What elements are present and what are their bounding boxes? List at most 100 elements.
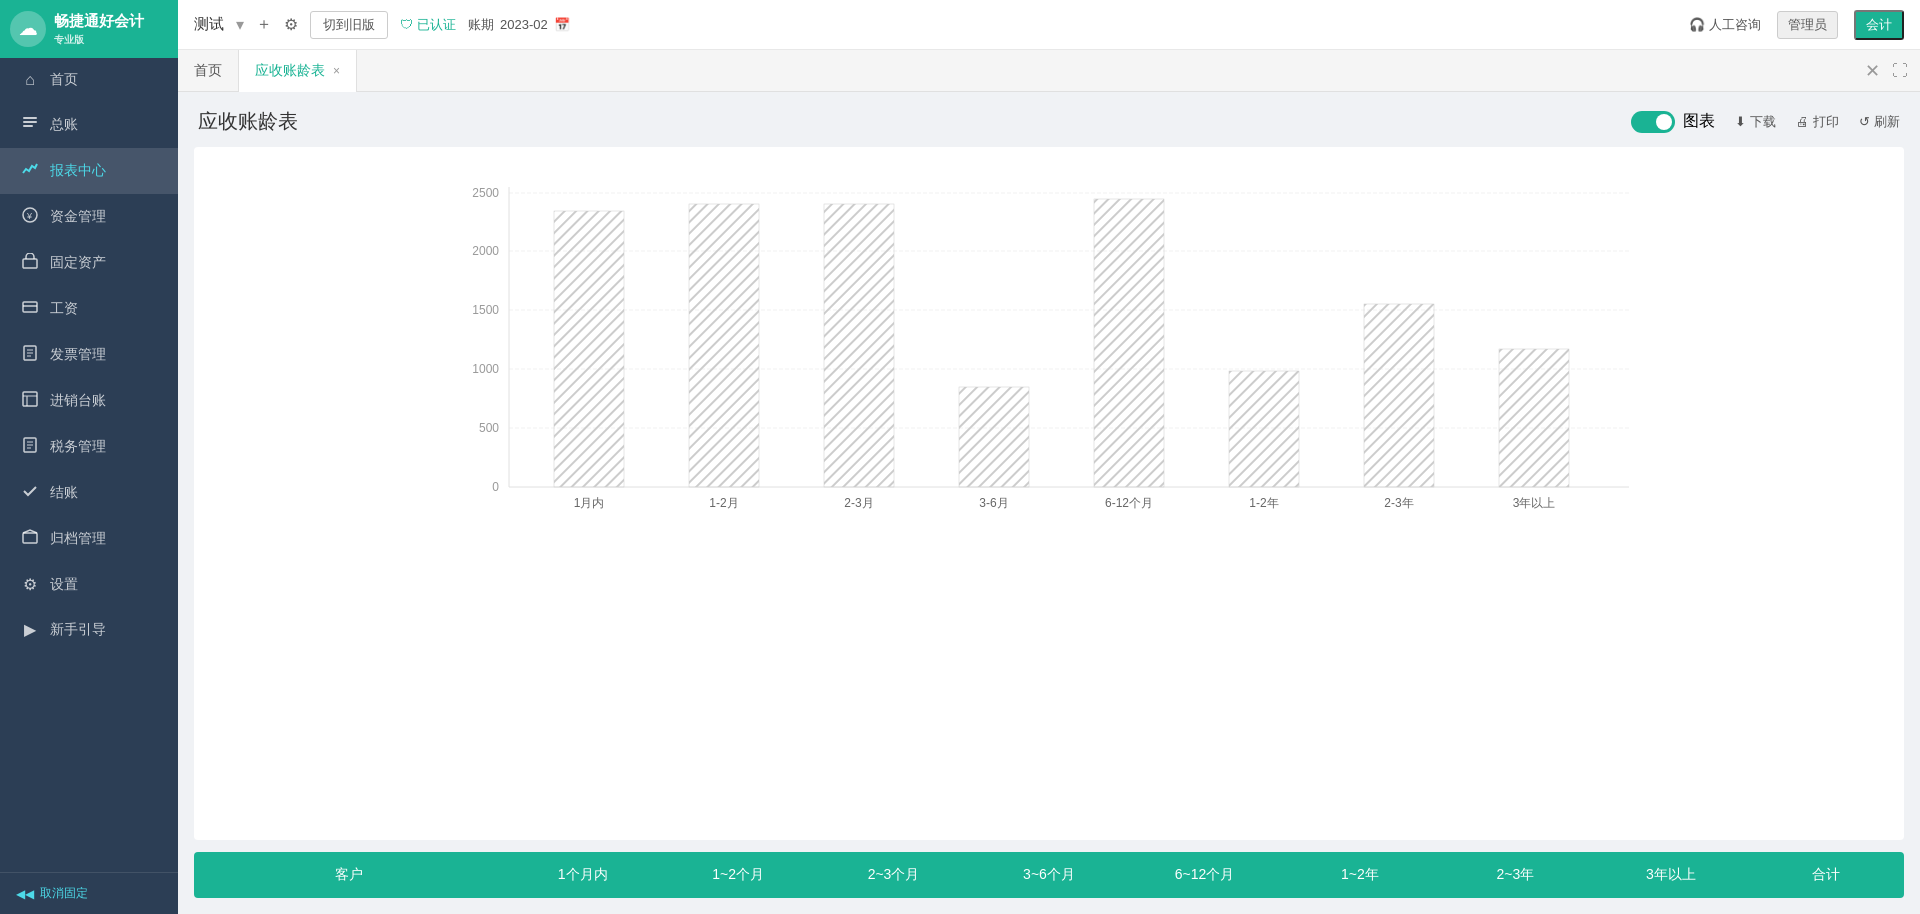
- table-container: 客户 1个月内 1~2个月 2~3个月 3~6个月 6~12个月 1~2年 2~…: [194, 852, 1904, 898]
- svg-rect-2: [23, 125, 33, 127]
- page-header: 应收账龄表 图表 ⬇ 下载 🖨 打印: [194, 108, 1904, 135]
- sidebar-item-label: 进销台账: [50, 392, 106, 410]
- download-button[interactable]: ⬇ 下载: [1735, 113, 1776, 131]
- period-info: 账期 2023-02 📅: [468, 16, 570, 34]
- sidebar-item-label: 固定资产: [50, 254, 106, 272]
- svg-text:500: 500: [479, 421, 499, 435]
- sidebar-item-guide[interactable]: ▶ 新手引导: [0, 607, 178, 652]
- svg-rect-1: [23, 121, 37, 123]
- role-button[interactable]: 会计: [1854, 10, 1904, 40]
- close-window-button[interactable]: ✕: [1865, 60, 1880, 82]
- admin-button[interactable]: 管理员: [1777, 11, 1838, 39]
- th-customer: 客户: [194, 852, 505, 898]
- bar-chart: 0 500 1000 1500 2000 2500: [214, 167, 1884, 547]
- refresh-icon: ↺: [1859, 114, 1870, 129]
- workspace-settings-button[interactable]: ⚙: [284, 15, 298, 34]
- svg-text:1月内: 1月内: [574, 496, 605, 510]
- refresh-button[interactable]: ↺ 刷新: [1859, 113, 1900, 131]
- svg-text:1000: 1000: [472, 362, 499, 376]
- page-title: 应收账龄表: [198, 108, 298, 135]
- bar-3-6月: [959, 387, 1029, 487]
- old-version-button[interactable]: 切到旧版: [310, 11, 388, 39]
- svg-text:1500: 1500: [472, 303, 499, 317]
- certified-status: 🛡 已认证: [400, 16, 456, 34]
- th-total: 合计: [1749, 852, 1904, 898]
- consult-label: 人工咨询: [1709, 16, 1761, 34]
- sidebar-logo: ☁ 畅捷通好会计 专业版: [0, 0, 178, 58]
- add-workspace-button[interactable]: ＋: [256, 14, 272, 35]
- headset-icon: 🎧: [1689, 17, 1705, 32]
- sidebar-item-archive[interactable]: 归档管理: [0, 516, 178, 562]
- cancel-pin-button[interactable]: ◀◀ 取消固定: [0, 872, 178, 914]
- logo-sub: 专业版: [54, 33, 144, 47]
- sidebar-item-home[interactable]: ⌂ 首页: [0, 58, 178, 102]
- invoice-icon: [20, 345, 40, 365]
- logo-text: 畅捷通好会计: [54, 12, 144, 31]
- sidebar-item-reports[interactable]: 报表中心: [0, 148, 178, 194]
- topbar: 测试 ▾ ＋ ⚙ 切到旧版 🛡 已认证 账期 2023-02 📅 🎧 人工咨询 …: [178, 0, 1920, 50]
- chart-toggle[interactable]: [1631, 111, 1675, 133]
- th-2-3month: 2~3个月: [816, 852, 971, 898]
- sidebar-item-label: 结账: [50, 484, 78, 502]
- sidebar-item-payroll[interactable]: 工资: [0, 286, 178, 332]
- bar-2-3月: [824, 204, 894, 487]
- bar-1月内: [554, 211, 624, 487]
- expand-button[interactable]: ⛶: [1892, 62, 1908, 80]
- workspace-title: 测试: [194, 15, 224, 34]
- sidebar-item-label: 设置: [50, 576, 78, 594]
- sidebar-item-label: 税务管理: [50, 438, 106, 456]
- tab-receivable-aging[interactable]: 应收账龄表 ×: [238, 50, 357, 92]
- sidebar: ☁ 畅捷通好会计 专业版 ⌂ 首页 总账 报表中心 ¥ 资金管理: [0, 0, 178, 914]
- tab-home-label: 首页: [194, 62, 222, 80]
- svg-text:6-12个月: 6-12个月: [1105, 496, 1153, 510]
- chart-container: 0 500 1000 1500 2000 2500: [194, 147, 1904, 840]
- reports-icon: [20, 161, 40, 181]
- sidebar-item-trade[interactable]: 进销台账: [0, 378, 178, 424]
- sidebar-item-ledger[interactable]: 总账: [0, 102, 178, 148]
- print-button[interactable]: 🖨 打印: [1796, 113, 1839, 131]
- archive-icon: [20, 529, 40, 549]
- tax-icon: [20, 437, 40, 457]
- period-value: 2023-02: [500, 17, 548, 32]
- svg-rect-10: [23, 533, 37, 543]
- svg-text:2500: 2500: [472, 186, 499, 200]
- svg-rect-5: [23, 259, 37, 268]
- svg-text:¥: ¥: [26, 211, 33, 221]
- content-inner: 应收账龄表 图表 ⬇ 下载 🖨 打印: [178, 92, 1920, 914]
- chart-toggle-label: 图表: [1683, 111, 1715, 132]
- content-scroll: 应收账龄表 图表 ⬇ 下载 🖨 打印: [178, 92, 1920, 914]
- refresh-label: 刷新: [1874, 113, 1900, 131]
- content-area: 应收账龄表 图表 ⬇ 下载 🖨 打印: [178, 92, 1920, 914]
- sidebar-item-label: 报表中心: [50, 162, 106, 180]
- sidebar-item-closing[interactable]: 结账: [0, 470, 178, 516]
- topbar-right: 🎧 人工咨询 管理员 会计: [1689, 10, 1904, 40]
- sidebar-item-label: 首页: [50, 71, 78, 89]
- guide-icon: ▶: [20, 620, 40, 639]
- sidebar-item-assets[interactable]: 固定资产: [0, 240, 178, 286]
- bar-1-2月: [689, 204, 759, 487]
- workspace-dropdown[interactable]: ▾: [236, 15, 244, 34]
- download-icon: ⬇: [1735, 114, 1746, 129]
- tab-home[interactable]: 首页: [178, 50, 238, 92]
- svg-text:2000: 2000: [472, 244, 499, 258]
- sidebar-item-tax[interactable]: 税务管理: [0, 424, 178, 470]
- consult-button[interactable]: 🎧 人工咨询: [1689, 16, 1761, 34]
- sidebar-item-label: 归档管理: [50, 530, 106, 548]
- print-icon: 🖨: [1796, 114, 1809, 129]
- svg-text:1-2年: 1-2年: [1249, 496, 1278, 510]
- tabbar: 首页 应收账龄表 × ✕ ⛶: [178, 50, 1920, 92]
- calendar-icon[interactable]: 📅: [554, 17, 570, 32]
- tab-active-label: 应收账龄表: [255, 62, 325, 80]
- table-header: 客户 1个月内 1~2个月 2~3个月 3~6个月 6~12个月 1~2年 2~…: [194, 852, 1904, 898]
- tab-close-button[interactable]: ×: [333, 64, 340, 78]
- logo-icon: ☁: [10, 11, 46, 47]
- chart-toggle-wrap: 图表: [1631, 111, 1715, 133]
- main-area: 测试 ▾ ＋ ⚙ 切到旧版 🛡 已认证 账期 2023-02 📅 🎧 人工咨询 …: [178, 0, 1920, 914]
- sidebar-item-funds[interactable]: ¥ 资金管理: [0, 194, 178, 240]
- svg-text:2-3年: 2-3年: [1384, 496, 1413, 510]
- svg-text:3-6月: 3-6月: [979, 496, 1008, 510]
- sidebar-item-label: 资金管理: [50, 208, 106, 226]
- bar-2-3年: [1364, 304, 1434, 487]
- sidebar-item-settings[interactable]: ⚙ 设置: [0, 562, 178, 607]
- sidebar-item-invoice[interactable]: 发票管理: [0, 332, 178, 378]
